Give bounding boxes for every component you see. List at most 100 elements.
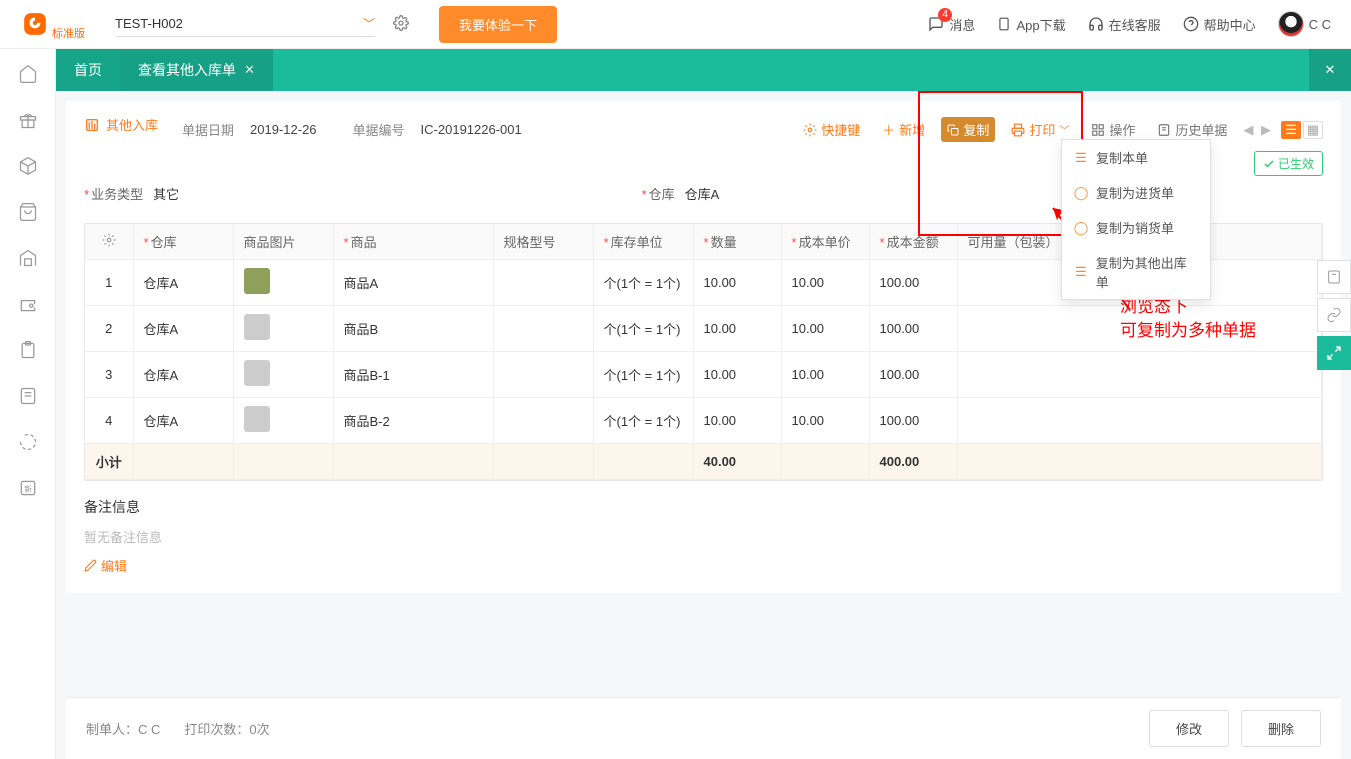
outbound-icon: ☰ (1074, 265, 1088, 279)
headset-icon (1088, 16, 1104, 32)
subtotal-row: 小计40.00400.00 (85, 444, 1322, 480)
nav-bag-icon[interactable] (17, 201, 39, 223)
print-count-info: 打印次数：0次 (184, 719, 269, 738)
chevron-down-icon: ﹀ (1059, 122, 1069, 137)
product-thumb (244, 406, 270, 432)
warehouse-value: 仓库A (685, 184, 720, 203)
date-value: 2019-12-26 (250, 122, 317, 137)
app-logo (20, 9, 50, 39)
remarks-empty: 暂无备注信息 (84, 527, 1323, 546)
edit-icon (84, 559, 97, 572)
list-view-toggle[interactable]: ☰ (1281, 121, 1301, 139)
dd-copy-purchase[interactable]: ◯复制为进货单 (1062, 175, 1210, 210)
biztype-field: *业务类型 其它 (84, 184, 493, 203)
dd-copy-sales[interactable]: ◯复制为销货单 (1062, 210, 1210, 245)
col-settings-icon[interactable] (85, 224, 133, 260)
tab-current[interactable]: 查看其他入库单 ✕ (120, 49, 273, 91)
sales-icon: ◯ (1074, 221, 1088, 235)
col-header: *商品 (333, 224, 493, 260)
nav-cube-icon[interactable] (17, 155, 39, 177)
next-doc-icon[interactable]: ▶ (1261, 122, 1271, 138)
svg-text:新: 新 (24, 483, 32, 493)
support-button[interactable]: 在线客服 (1088, 15, 1161, 34)
table-row[interactable]: 4仓库A商品B-2个(1个 = 1个)10.0010.00100.00 (85, 398, 1322, 444)
edition-label: 标准版 (52, 25, 85, 41)
right-rail (1317, 260, 1351, 370)
nav-warehouse-icon[interactable] (17, 247, 39, 269)
tab-strip: 首页 查看其他入库单 ✕ ✕ (56, 49, 1351, 91)
org-name: TEST-H002 (115, 16, 363, 31)
help-icon (1183, 16, 1199, 32)
nav-arrows: ◀ ▶ (1243, 122, 1271, 138)
gear-icon (803, 123, 817, 137)
rr-link-icon[interactable] (1317, 298, 1351, 332)
dd-copy-outbound[interactable]: ☰复制为其他出库单 (1062, 245, 1210, 299)
table-row[interactable]: 3仓库A商品B-1个(1个 = 1个)10.0010.00100.00 (85, 352, 1322, 398)
view-toggle: ☰ ▦ (1281, 121, 1323, 139)
nav-gift-icon[interactable] (17, 109, 39, 131)
product-thumb (244, 360, 270, 386)
nav-money-icon[interactable] (17, 293, 39, 315)
product-thumb (244, 268, 270, 294)
rr-note-icon[interactable] (1317, 260, 1351, 294)
maker-info: 制单人：C C (86, 719, 160, 738)
tab-home[interactable]: 首页 (56, 49, 120, 91)
nav-doc-icon[interactable] (17, 385, 39, 407)
product-thumb (244, 314, 270, 340)
grid-icon (1091, 123, 1105, 137)
col-header: *成本金额 (869, 224, 957, 260)
check-icon (1263, 158, 1275, 170)
col-header: *库存单位 (593, 224, 693, 260)
edit-remarks-button[interactable]: 编辑 (84, 556, 1323, 575)
remarks-title: 备注信息 (84, 497, 1323, 517)
prev-doc-icon[interactable]: ◀ (1243, 122, 1253, 138)
nav-refresh-icon[interactable] (17, 431, 39, 453)
col-header: *仓库 (133, 224, 233, 260)
org-selector[interactable]: TEST-H002 ﹀ (115, 11, 375, 37)
message-badge: 4 (938, 8, 952, 22)
copy-icon (947, 124, 959, 136)
dd-copy-this[interactable]: ☰复制本单 (1062, 140, 1210, 175)
try-button[interactable]: 我要体验一下 (439, 6, 557, 43)
remarks-section: 备注信息 暂无备注信息 编辑 (84, 497, 1323, 575)
status-badge: 已生效 (1254, 151, 1323, 176)
plus-icon: ＋ (882, 120, 895, 139)
delete-button[interactable]: 删除 (1241, 710, 1321, 747)
history-icon (1157, 123, 1171, 137)
copy-button[interactable]: 复制 (941, 117, 995, 142)
purchase-icon: ◯ (1074, 186, 1088, 200)
rr-expand-icon[interactable] (1317, 336, 1351, 370)
table-row[interactable]: 2仓库A商品B个(1个 = 1个)10.0010.00100.00 (85, 306, 1322, 352)
biztype-value: 其它 (153, 184, 179, 203)
doc-type-tab[interactable]: 其他入库 (84, 115, 166, 144)
col-header: 规格型号 (493, 224, 593, 260)
card-view-toggle[interactable]: ▦ (1303, 121, 1323, 139)
nav-clipboard-icon[interactable] (17, 339, 39, 361)
shortcut-button[interactable]: 快捷键 (797, 117, 866, 142)
inbound-icon (84, 117, 100, 133)
nav-new-icon[interactable]: 新 (17, 477, 39, 499)
messages-button[interactable]: 消息 4 (928, 15, 975, 34)
left-nav-rail: 新 (0, 49, 56, 759)
modify-button[interactable]: 修改 (1149, 710, 1229, 747)
phone-icon (997, 16, 1011, 32)
docno-label: 单据编号 (353, 120, 405, 139)
user-menu[interactable]: C C (1278, 11, 1331, 37)
close-tab-icon[interactable]: ✕ (244, 62, 255, 78)
chevron-down-icon: ﹀ (363, 15, 375, 32)
app-download-button[interactable]: App下载 (997, 15, 1065, 34)
settings-icon[interactable] (393, 15, 409, 34)
close-all-tabs-icon[interactable]: ✕ (1309, 49, 1351, 91)
help-button[interactable]: 帮助中心 (1183, 15, 1256, 34)
copy-dropdown: ☰复制本单 ◯复制为进货单 ◯复制为销货单 ☰复制为其他出库单 (1061, 139, 1211, 300)
copy-doc-icon: ☰ (1074, 151, 1088, 165)
new-button[interactable]: ＋新增 (876, 117, 931, 142)
footer-bar: 制单人：C C 打印次数：0次 修改 删除 (66, 697, 1341, 759)
date-label: 单据日期 (182, 120, 234, 139)
col-header: *数量 (693, 224, 781, 260)
nav-home-icon[interactable] (17, 63, 39, 85)
avatar (1278, 11, 1304, 37)
col-header: 商品图片 (233, 224, 333, 260)
warehouse-field: *仓库 仓库A (642, 184, 1051, 203)
print-icon (1011, 123, 1025, 137)
